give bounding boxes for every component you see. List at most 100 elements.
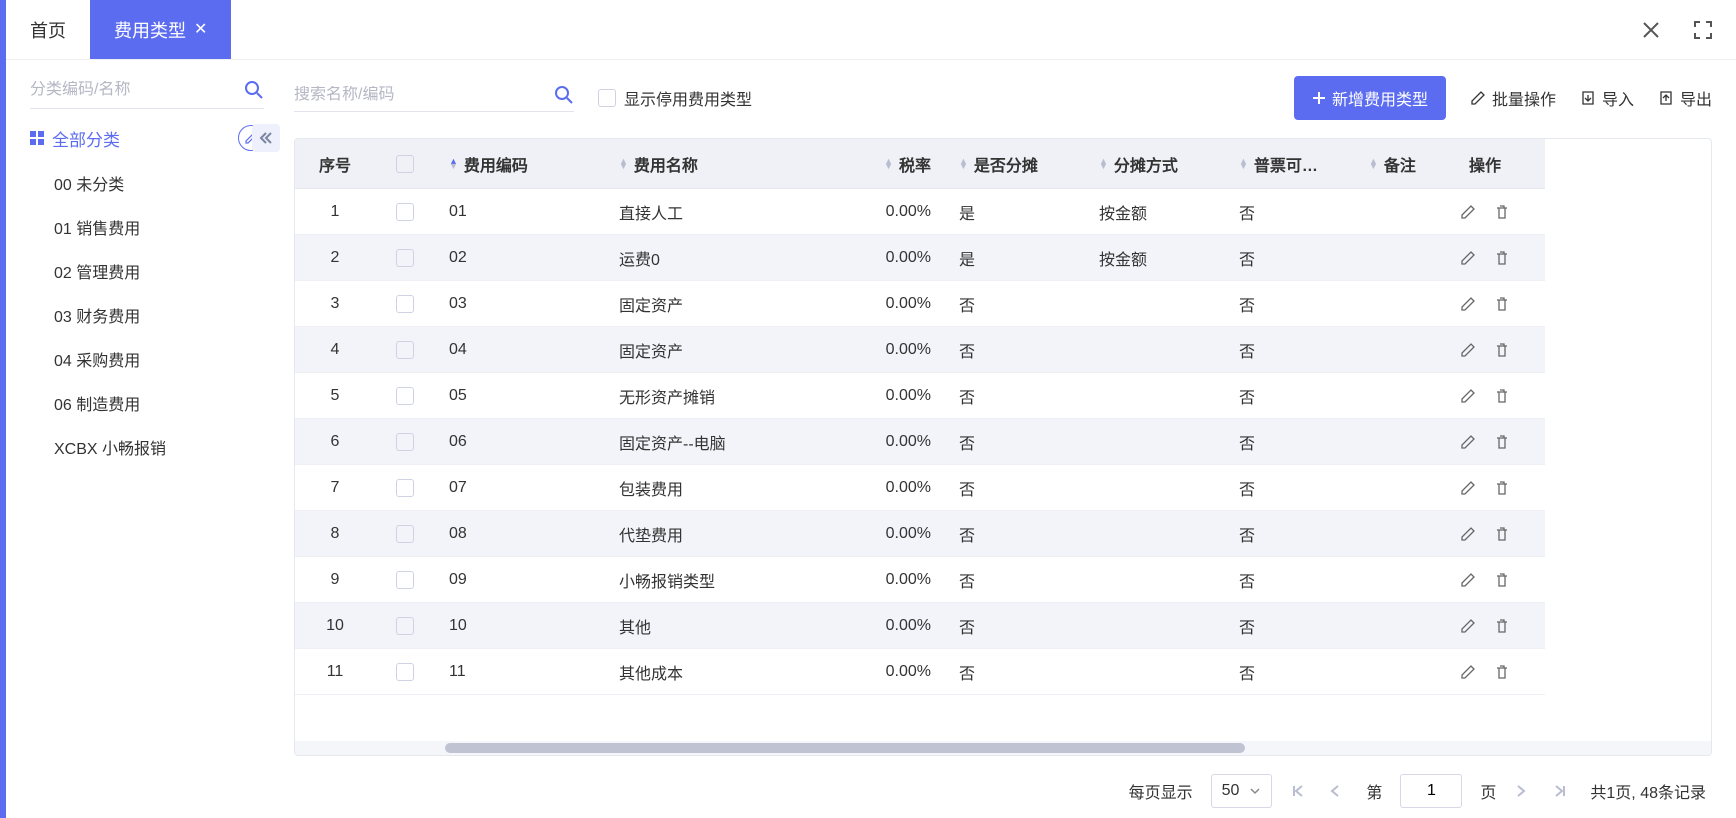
row-checkbox[interactable]	[375, 603, 435, 649]
col-code[interactable]: ▲▼费用编码	[435, 139, 605, 189]
show-disabled-checkbox[interactable]: 显示停用费用类型	[598, 86, 752, 110]
category-root[interactable]: 全部分类	[30, 125, 264, 151]
delete-row-button[interactable]	[1494, 388, 1510, 404]
edit-row-button[interactable]	[1460, 618, 1476, 634]
delete-row-button[interactable]	[1494, 664, 1510, 680]
checkbox-icon	[396, 249, 414, 267]
category-search-input[interactable]	[30, 81, 244, 99]
edit-row-button[interactable]	[1460, 204, 1476, 220]
row-checkbox[interactable]	[375, 511, 435, 557]
per-page-select[interactable]: 50	[1211, 774, 1273, 808]
last-page-icon	[1552, 783, 1568, 799]
first-page-button[interactable]	[1290, 783, 1310, 799]
cell-method	[1085, 603, 1225, 649]
edit-row-button[interactable]	[1460, 434, 1476, 450]
tab-home[interactable]: 首页	[6, 0, 90, 59]
table-row: 202运费00.00%是按金额否	[295, 235, 1711, 281]
sidebar-item-0[interactable]: 00 未分类	[30, 161, 264, 205]
page-number-input[interactable]	[1400, 774, 1462, 808]
cell-name: 其他	[605, 603, 825, 649]
col-method[interactable]: ▲▼分摊方式	[1085, 139, 1225, 189]
cell-invoice: 否	[1225, 189, 1355, 235]
close-icon[interactable]: ✕	[194, 22, 207, 38]
content-area: 显示停用费用类型 新增费用类型 批量操作 导入 导出 序号	[278, 60, 1736, 818]
checkbox-icon	[396, 203, 414, 221]
row-checkbox[interactable]	[375, 235, 435, 281]
delete-row-button[interactable]	[1494, 618, 1510, 634]
delete-row-button[interactable]	[1494, 342, 1510, 358]
tab-fee-type[interactable]: 费用类型 ✕	[90, 0, 231, 59]
row-checkbox[interactable]	[375, 373, 435, 419]
search-icon[interactable]	[554, 85, 574, 105]
col-remark[interactable]: ▲▼备注	[1355, 139, 1425, 189]
sidebar-item-6[interactable]: XCBX 小畅报销	[30, 425, 264, 469]
delete-row-button[interactable]	[1494, 250, 1510, 266]
cell-tax: 0.00%	[825, 557, 945, 603]
sidebar-item-2[interactable]: 02 管理费用	[30, 249, 264, 293]
last-page-button[interactable]	[1552, 783, 1572, 799]
cell-allocate: 是	[945, 235, 1085, 281]
col-checkbox[interactable]	[375, 139, 435, 189]
edit-row-button[interactable]	[1460, 250, 1476, 266]
row-checkbox[interactable]	[375, 281, 435, 327]
row-checkbox[interactable]	[375, 465, 435, 511]
next-page-button[interactable]	[1514, 784, 1534, 798]
add-fee-type-button[interactable]: 新增费用类型	[1294, 76, 1446, 120]
cell-invoice: 否	[1225, 557, 1355, 603]
sidebar-item-1[interactable]: 01 销售费用	[30, 205, 264, 249]
cell-remark	[1355, 603, 1425, 649]
edit-row-button[interactable]	[1460, 526, 1476, 542]
cell-seq: 6	[295, 419, 375, 465]
cell-code: 04	[435, 327, 605, 373]
delete-row-button[interactable]	[1494, 204, 1510, 220]
table-header: 序号 ▲▼费用编码 ▲▼费用名称 ▲▼税率 ▲▼是否分摊 ▲▼分摊方式 ▲▼普票…	[295, 139, 1711, 189]
checkbox-icon	[396, 341, 414, 359]
export-button[interactable]: 导出	[1658, 86, 1712, 110]
fullscreen-button[interactable]	[1686, 13, 1720, 47]
cell-tax: 0.00%	[825, 189, 945, 235]
horizontal-scrollbar[interactable]	[295, 741, 1711, 755]
col-tax[interactable]: ▲▼税率	[825, 139, 945, 189]
delete-row-button[interactable]	[1494, 296, 1510, 312]
row-checkbox[interactable]	[375, 189, 435, 235]
row-checkbox[interactable]	[375, 327, 435, 373]
sidebar-item-5[interactable]: 06 制造费用	[30, 381, 264, 425]
col-name[interactable]: ▲▼费用名称	[605, 139, 825, 189]
sidebar-item-4[interactable]: 04 采购费用	[30, 337, 264, 381]
sidebar-collapse-button[interactable]	[252, 124, 280, 152]
edit-row-button[interactable]	[1460, 342, 1476, 358]
cell-seq: 8	[295, 511, 375, 557]
edit-row-button[interactable]	[1460, 664, 1476, 680]
col-seq[interactable]: 序号	[295, 139, 375, 189]
trash-icon	[1494, 480, 1510, 496]
col-allocate[interactable]: ▲▼是否分摊	[945, 139, 1085, 189]
edit-row-button[interactable]	[1460, 480, 1476, 496]
tab-home-label: 首页	[30, 17, 66, 43]
search-icon[interactable]	[244, 80, 264, 100]
delete-row-button[interactable]	[1494, 572, 1510, 588]
row-checkbox[interactable]	[375, 557, 435, 603]
col-invoice[interactable]: ▲▼普票可…	[1225, 139, 1355, 189]
delete-row-button[interactable]	[1494, 480, 1510, 496]
edit-row-button[interactable]	[1460, 388, 1476, 404]
import-button[interactable]: 导入	[1580, 86, 1634, 110]
search-input[interactable]	[294, 86, 554, 104]
cell-method	[1085, 511, 1225, 557]
edit-row-button[interactable]	[1460, 296, 1476, 312]
row-checkbox[interactable]	[375, 419, 435, 465]
cell-remark	[1355, 649, 1425, 695]
checkbox-icon	[396, 525, 414, 543]
close-all-tabs-button[interactable]	[1634, 13, 1668, 47]
cell-allocate: 否	[945, 281, 1085, 327]
prev-page-button[interactable]	[1328, 784, 1348, 798]
plus-icon	[1312, 91, 1326, 105]
cell-allocate: 否	[945, 373, 1085, 419]
cell-op	[1425, 649, 1545, 695]
page-number-field[interactable]	[1411, 782, 1451, 800]
delete-row-button[interactable]	[1494, 526, 1510, 542]
row-checkbox[interactable]	[375, 649, 435, 695]
delete-row-button[interactable]	[1494, 434, 1510, 450]
edit-row-button[interactable]	[1460, 572, 1476, 588]
batch-operation-button[interactable]: 批量操作	[1470, 86, 1556, 110]
sidebar-item-3[interactable]: 03 财务费用	[30, 293, 264, 337]
